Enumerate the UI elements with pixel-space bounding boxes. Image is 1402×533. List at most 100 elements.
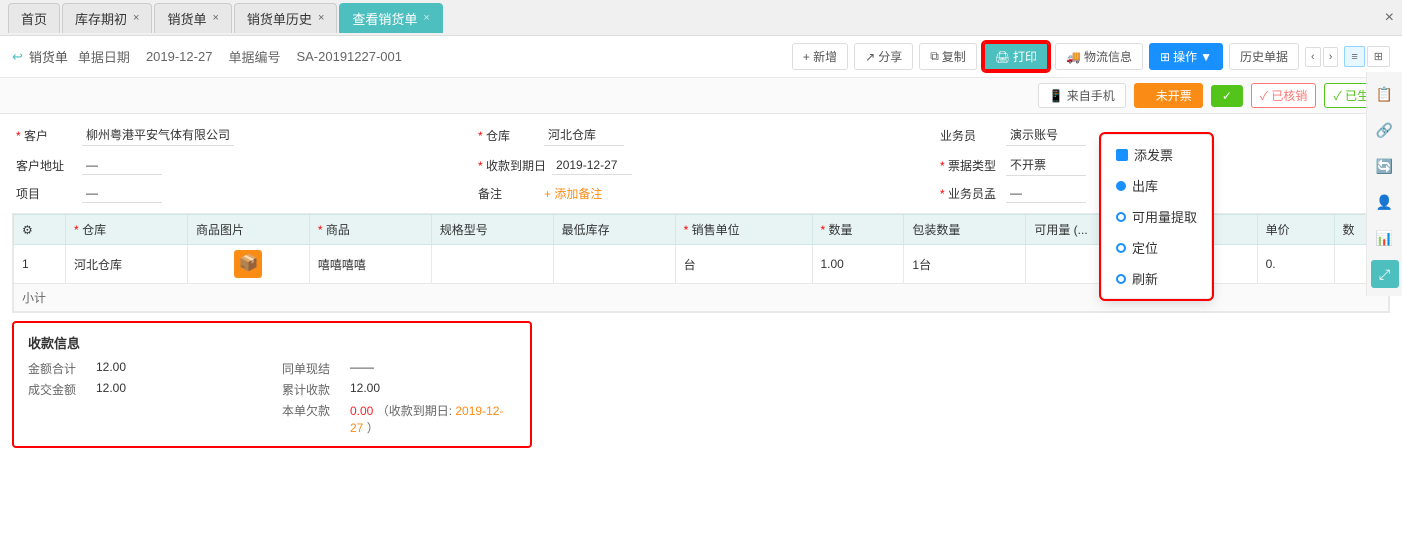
sidebar-chart-icon[interactable]: 📊 [1371,224,1399,252]
available-qty-label: 可用量提取 [1132,207,1197,226]
grid-view-button[interactable]: ⊞ [1367,46,1390,67]
tab-sales[interactable]: 销货单 × [154,3,231,33]
operate-button[interactable]: ⊞ 操作 ▼ [1149,43,1223,70]
history-button[interactable]: 历史单据 [1229,43,1299,70]
operate-label: 操作 [1173,48,1197,65]
salesman-value: — [1006,184,1086,203]
share-icon: ↗ [865,50,875,64]
ticket-type-value: 不开票 [1006,154,1086,176]
operate-icon: ⊞ [1160,50,1170,64]
available-qty-icon [1116,212,1126,222]
logistics-button[interactable]: 🚚 物流信息 [1055,43,1143,70]
outbound-label: 出库 [1132,176,1158,195]
copy-label: 复制 [942,48,966,65]
add-note-button[interactable]: + 添加备注 [544,185,602,202]
project-value: — [82,184,162,203]
cell-image: 📦 [187,245,309,284]
col-price: 单价 [1257,215,1334,245]
same-order-row: 同单现结 —— [282,360,516,377]
tab-sales-history-label: 销货单历史 [247,9,312,28]
outbound-item[interactable]: 出库 [1102,170,1211,201]
toolbar: ↩ 销货单 单据日期 2019-12-27 单据编号 SA-20191227-0… [0,36,1402,78]
tab-view-sales[interactable]: 查看销货单 × [339,3,442,33]
tab-inventory[interactable]: 库存期初 × [62,3,152,33]
share-button[interactable]: ↗ 分享 [854,43,913,70]
cell-warehouse: 河北仓库 [66,245,188,284]
tab-home[interactable]: 首页 [8,3,60,33]
date-value: 2019-12-27 [146,49,213,64]
new-button[interactable]: + 新增 [792,43,848,70]
sidebar-user-icon[interactable]: 👤 [1371,188,1399,216]
print-icon: 🖨 [995,50,1010,64]
from-phone-button[interactable]: 📱 来自手机 [1038,83,1126,108]
print-button[interactable]: 🖨 打印 [983,42,1049,71]
same-order-value: —— [350,360,374,377]
copy-button[interactable]: ⧉ 复制 [919,43,977,70]
cell-qty: 1.00 [812,245,904,284]
next-button[interactable]: › [1323,47,1339,67]
toolbar-right: + 新增 ↗ 分享 ⧉ 复制 🖨 打印 🚚 物流信息 [792,42,1390,71]
right-sidebar: 📋 🔗 🔄 👤 📊 ⤢ [1366,72,1402,296]
prev-button[interactable]: ‹ [1305,47,1321,67]
locate-item[interactable]: 定位 [1102,232,1211,263]
cell-price: 0. [1257,245,1334,284]
ticket-type-label: 票据类型 [940,157,1000,174]
add-invoice-item[interactable]: 添发票 [1102,139,1211,170]
cancel-icon: ✓ [1260,89,1268,103]
date-label: 单据日期 [78,47,130,66]
total-row: 金额合计 12.00 [28,360,262,377]
cell-unit: 台 [675,245,812,284]
address-row: 客户地址 — [16,154,462,176]
sidebar-link-icon[interactable]: 🔗 [1371,116,1399,144]
tab-sales-history[interactable]: 销货单历史 × [234,3,337,33]
doc-type-label: 销货单 [29,47,68,66]
cumulative-label: 累计收款 [282,381,342,398]
col-spec: 规格型号 [431,215,553,245]
payment-date-value: 2019-12-27 [552,156,632,175]
cumulative-value: 12.00 [350,381,380,398]
logistics-label: 物流信息 [1084,48,1132,65]
warehouse-value: 河北仓库 [544,124,624,146]
customer-value: 柳州粤港平安气体有限公司 [82,124,234,146]
total-label: 金额合计 [28,360,88,377]
tab-sales-history-close[interactable]: × [318,12,324,24]
sidebar-doc-icon[interactable]: 📋 [1371,80,1399,108]
tab-sales-label: 销货单 [167,9,206,28]
share-label: 分享 [878,48,902,65]
this-order-value: 0.00 （收款到期日: 2019-12-27 ） [350,402,516,436]
col-settings[interactable]: ⚙ [14,215,66,245]
not-open-ticket-button[interactable]: 未开票 [1134,83,1203,108]
add-invoice-label: 添发票 [1134,145,1173,164]
sidebar-expand-icon[interactable]: ⤢ [1371,260,1399,288]
payment-date-row: 收款到期日 2019-12-27 [478,154,924,176]
view-toggle: ≡ ⊞ [1344,46,1390,67]
tab-view-sales-label: 查看销货单 [352,9,417,28]
no-label: 单据编号 [228,47,280,66]
doc-meta: 单据日期 2019-12-27 单据编号 SA-20191227-001 [78,47,402,66]
available-qty-item[interactable]: 可用量提取 [1102,201,1211,232]
tab-view-sales-close[interactable]: × [423,12,429,24]
col-qty: 数量 [812,215,904,245]
print-label: 打印 [1013,48,1037,65]
locate-label: 定位 [1132,238,1158,257]
not-open-dot [1145,92,1153,100]
refresh-icon [1116,274,1126,284]
col-unit: 销售单位 [675,215,812,245]
payment-info-title: 收款信息 [28,333,516,352]
tab-inventory-close[interactable]: × [133,12,139,24]
spacer [28,402,262,436]
refresh-item[interactable]: 刷新 [1102,263,1211,294]
col-min-stock: 最低库存 [553,215,675,245]
copy-icon: ⧉ [930,49,939,64]
staff-value: 演示账号 [1006,124,1086,146]
window-close-button[interactable]: × [1385,9,1394,27]
operate-dropdown-menu: 添发票 出库 可用量提取 定位 刷新 [1101,134,1212,299]
tab-sales-close[interactable]: × [212,12,218,24]
confirm-button[interactable]: ✓ [1211,85,1243,107]
payment-info-grid: 金额合计 12.00 同单现结 —— 成交金额 12.00 累计收款 12.00 [28,360,516,436]
sidebar-refresh-icon[interactable]: 🔄 [1371,152,1399,180]
same-order-label: 同单现结 [282,360,342,377]
list-view-button[interactable]: ≡ [1344,46,1364,67]
cell-pack-qty: 1台 [904,245,1026,284]
add-invoice-icon [1116,149,1128,161]
